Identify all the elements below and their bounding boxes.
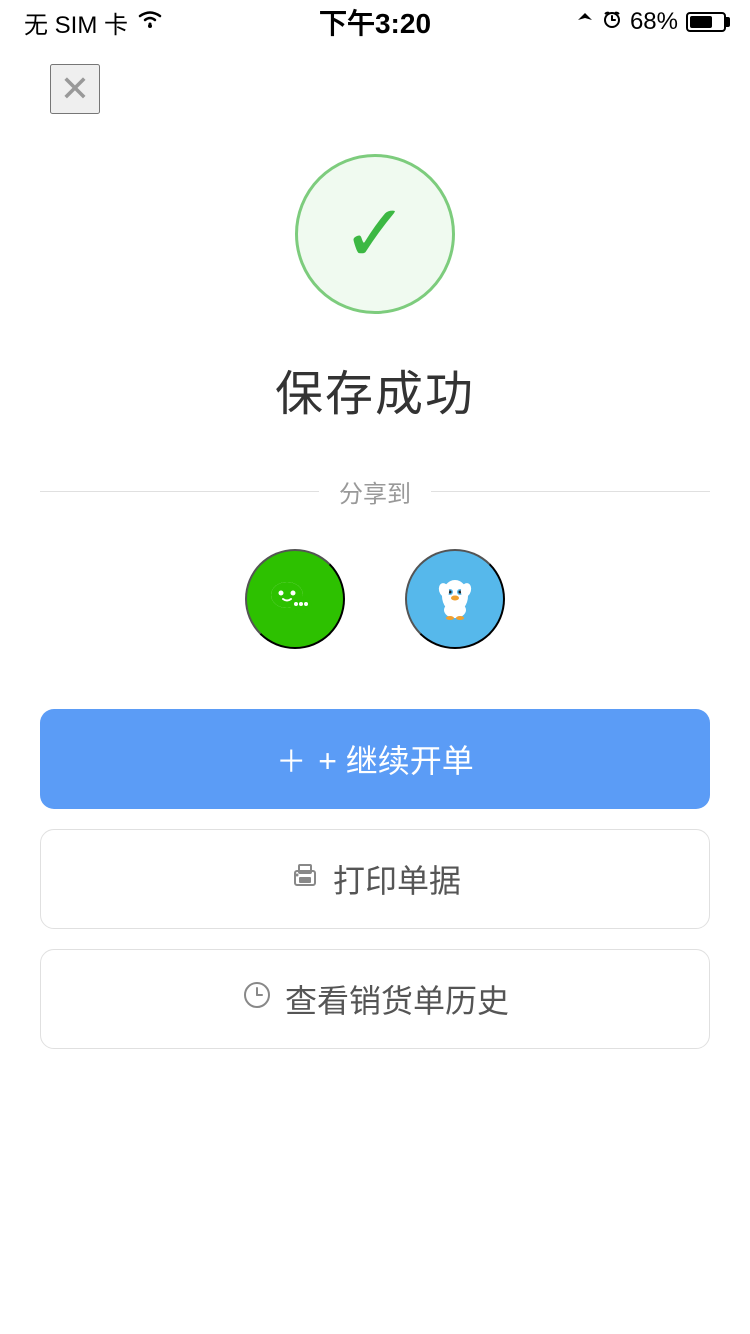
divider-line-right — [431, 491, 710, 492]
close-button[interactable]: ✕ — [50, 64, 100, 114]
action-buttons: ＋ + 继续开单 打印单据 — [40, 709, 710, 1049]
location-icon — [576, 8, 594, 36]
history-button[interactable]: 查看销货单历史 — [40, 949, 710, 1049]
print-button[interactable]: 打印单据 — [40, 829, 710, 929]
plus-icon: ＋ — [276, 737, 306, 781]
wechat-icon — [265, 569, 325, 629]
time-display: 下午3:20 — [319, 2, 431, 42]
clock-icon — [241, 979, 273, 1019]
divider-line-left — [40, 491, 319, 492]
share-label: 分享到 — [339, 474, 411, 509]
share-divider: 分享到 — [40, 474, 710, 509]
continue-label: + 继续开单 — [318, 736, 474, 782]
history-label: 查看销货单历史 — [285, 976, 509, 1022]
share-icons-row — [245, 549, 505, 649]
wechat-share-button[interactable] — [245, 549, 345, 649]
no-sim-label: 无 SIM 卡 — [24, 5, 128, 40]
status-bar: 无 SIM 卡 下午3:20 68% — [0, 0, 750, 44]
print-label: 打印单据 — [333, 856, 461, 902]
print-icon — [289, 859, 321, 899]
alarm-icon — [602, 8, 622, 36]
wifi-icon — [136, 8, 164, 36]
battery-percent: 68% — [630, 8, 678, 36]
status-left: 无 SIM 卡 — [24, 5, 164, 40]
success-title: 保存成功 — [275, 354, 475, 424]
success-circle: ✓ — [295, 154, 455, 314]
close-icon: ✕ — [60, 71, 90, 107]
continue-button[interactable]: ＋ + 继续开单 — [40, 709, 710, 809]
main-content: ✕ ✓ 保存成功 分享到 — [0, 44, 750, 1334]
qq-share-button[interactable] — [405, 549, 505, 649]
status-right: 68% — [576, 8, 726, 36]
qq-icon — [424, 568, 486, 630]
battery-icon — [686, 12, 726, 32]
checkmark-icon: ✓ — [341, 194, 408, 274]
